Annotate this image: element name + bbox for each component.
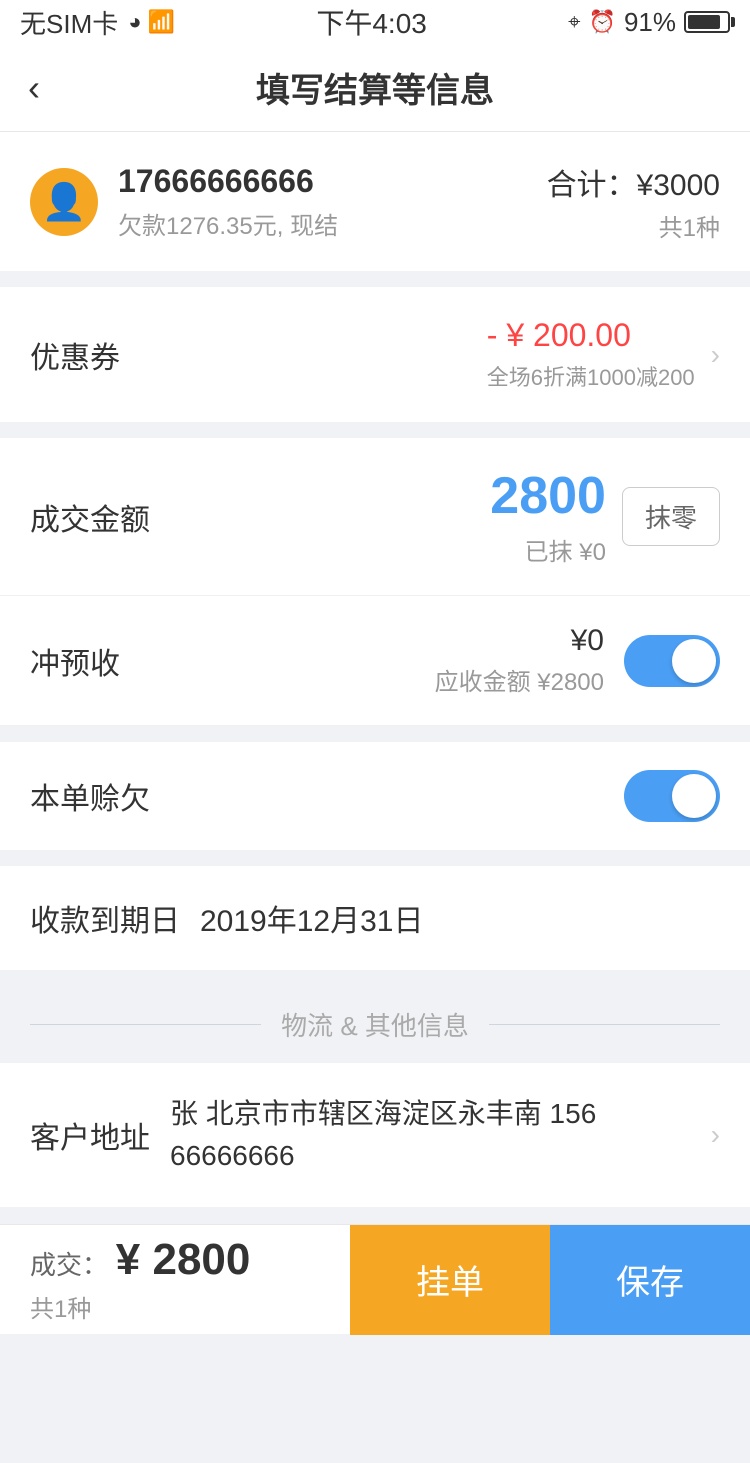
battery-text: 91% [624, 7, 676, 38]
address-value: 张 北京市市辖区海淀区永丰南 156 66666666 [170, 1093, 691, 1177]
precollect-label: 冲预收 [30, 639, 120, 683]
debt-section: 本单赊欠 [0, 742, 750, 850]
pending-button[interactable]: 挂单 [350, 1225, 550, 1335]
bottom-deal-row: 成交： ¥ 2800 [30, 1235, 320, 1285]
divider-right-line [489, 1024, 720, 1025]
debt-toggle[interactable] [624, 770, 720, 822]
coupon-chevron-icon: › [711, 339, 720, 371]
nav-bar: ‹ 填写结算等信息 [0, 44, 750, 132]
divider-left-line [30, 1024, 261, 1025]
status-time: 下午4:03 [316, 2, 427, 42]
bottom-bar: 成交： ¥ 2800 共1种 挂单 保存 [0, 1224, 750, 1334]
customer-info-left: 👤 17666666666 欠款1276.35元, 现结 [30, 163, 338, 241]
coupon-right: - ¥ 200.00 全场6折满1000减200 › [487, 317, 720, 392]
customer-details: 17666666666 欠款1276.35元, 现结 [118, 163, 338, 241]
carrier-text: 无SIM卡 [20, 4, 118, 41]
status-bar: 无SIM卡 ◕ 📶 下午4:03 ⌖ ⏰ 91% [0, 0, 750, 44]
coupon-amount: - ¥ 200.00 [487, 317, 695, 354]
precollect-right: ¥0 应收金额 ¥2800 [435, 624, 720, 697]
address-chevron-icon: › [711, 1119, 720, 1151]
status-left: 无SIM卡 ◕ 📶 [20, 4, 175, 41]
customer-phone: 17666666666 [118, 163, 338, 200]
address-section: 客户地址 张 北京市市辖区海淀区永丰南 156 66666666 › [0, 1063, 750, 1207]
due-date-value: 2019年12月31日 [200, 896, 423, 940]
customer-sub-info: 欠款1276.35元, 现结 [118, 206, 338, 241]
avatar-icon: 👤 [42, 181, 87, 223]
precollect-sub: 应收金额 ¥2800 [435, 662, 604, 697]
page-title: 填写结算等信息 [256, 63, 494, 112]
save-button[interactable]: 保存 [550, 1225, 750, 1335]
already-zero-text: 已抹 ¥0 [490, 532, 606, 567]
due-date-label: 收款到期日 [30, 896, 180, 940]
amount-section: 成交金额 2800 已抹 ¥0 抹零 冲预收 ¥0 应收金额 ¥2800 [0, 438, 750, 726]
precollect-amount: ¥0 [435, 624, 604, 658]
coupon-section: 优惠券 - ¥ 200.00 全场6折满1000减200 › [0, 287, 750, 422]
avatar: 👤 [30, 168, 98, 236]
total-amount: 合计：¥3000 [547, 160, 720, 204]
bottom-deal-amount: ¥ 2800 [116, 1235, 251, 1284]
bottom-deal-label: 成交： [30, 1250, 108, 1280]
bottom-deal-count: 共1种 [30, 1289, 320, 1324]
location-icon: ⌖ [568, 9, 580, 35]
precollect-toggle[interactable] [624, 635, 720, 687]
coupon-desc: 全场6折满1000减200 [487, 360, 695, 392]
status-right: ⌖ ⏰ 91% [568, 7, 730, 38]
bottom-deal-info: 成交： ¥ 2800 共1种 [0, 1235, 350, 1324]
deal-value-group: 2800 已抹 ¥0 抹零 [490, 466, 720, 567]
alarm-icon: ⏰ [589, 9, 616, 35]
deal-label: 成交金额 [30, 495, 150, 539]
precollect-info: ¥0 应收金额 ¥2800 [435, 624, 604, 697]
total-count: 共1种 [547, 208, 720, 243]
precollect-row: 冲预收 ¥0 应收金额 ¥2800 [0, 596, 750, 726]
debt-row: 本单赊欠 [0, 742, 750, 850]
battery-icon [684, 11, 730, 33]
deal-amount-number: 2800 [490, 466, 606, 526]
logistics-divider: 物流 & 其他信息 [0, 986, 750, 1063]
logistics-label: 物流 & 其他信息 [281, 1006, 469, 1043]
wifi-icon: ◕ 📶 [128, 9, 175, 35]
debt-label: 本单赊欠 [30, 774, 150, 818]
coupon-label: 优惠券 [30, 333, 120, 377]
back-button[interactable]: ‹ [28, 67, 40, 109]
round-zero-button[interactable]: 抹零 [622, 487, 720, 546]
due-date-section: 收款到期日 2019年12月31日 [0, 866, 750, 970]
coupon-row[interactable]: 优惠券 - ¥ 200.00 全场6折满1000减200 › [0, 287, 750, 422]
customer-total: 合计：¥3000 共1种 [547, 160, 720, 243]
deal-amount-row: 成交金额 2800 已抹 ¥0 抹零 [0, 438, 750, 596]
address-row[interactable]: 客户地址 张 北京市市辖区海淀区永丰南 156 66666666 › [0, 1063, 750, 1207]
address-label: 客户地址 [30, 1113, 150, 1157]
customer-card: 👤 17666666666 欠款1276.35元, 现结 合计：¥3000 共1… [0, 132, 750, 271]
